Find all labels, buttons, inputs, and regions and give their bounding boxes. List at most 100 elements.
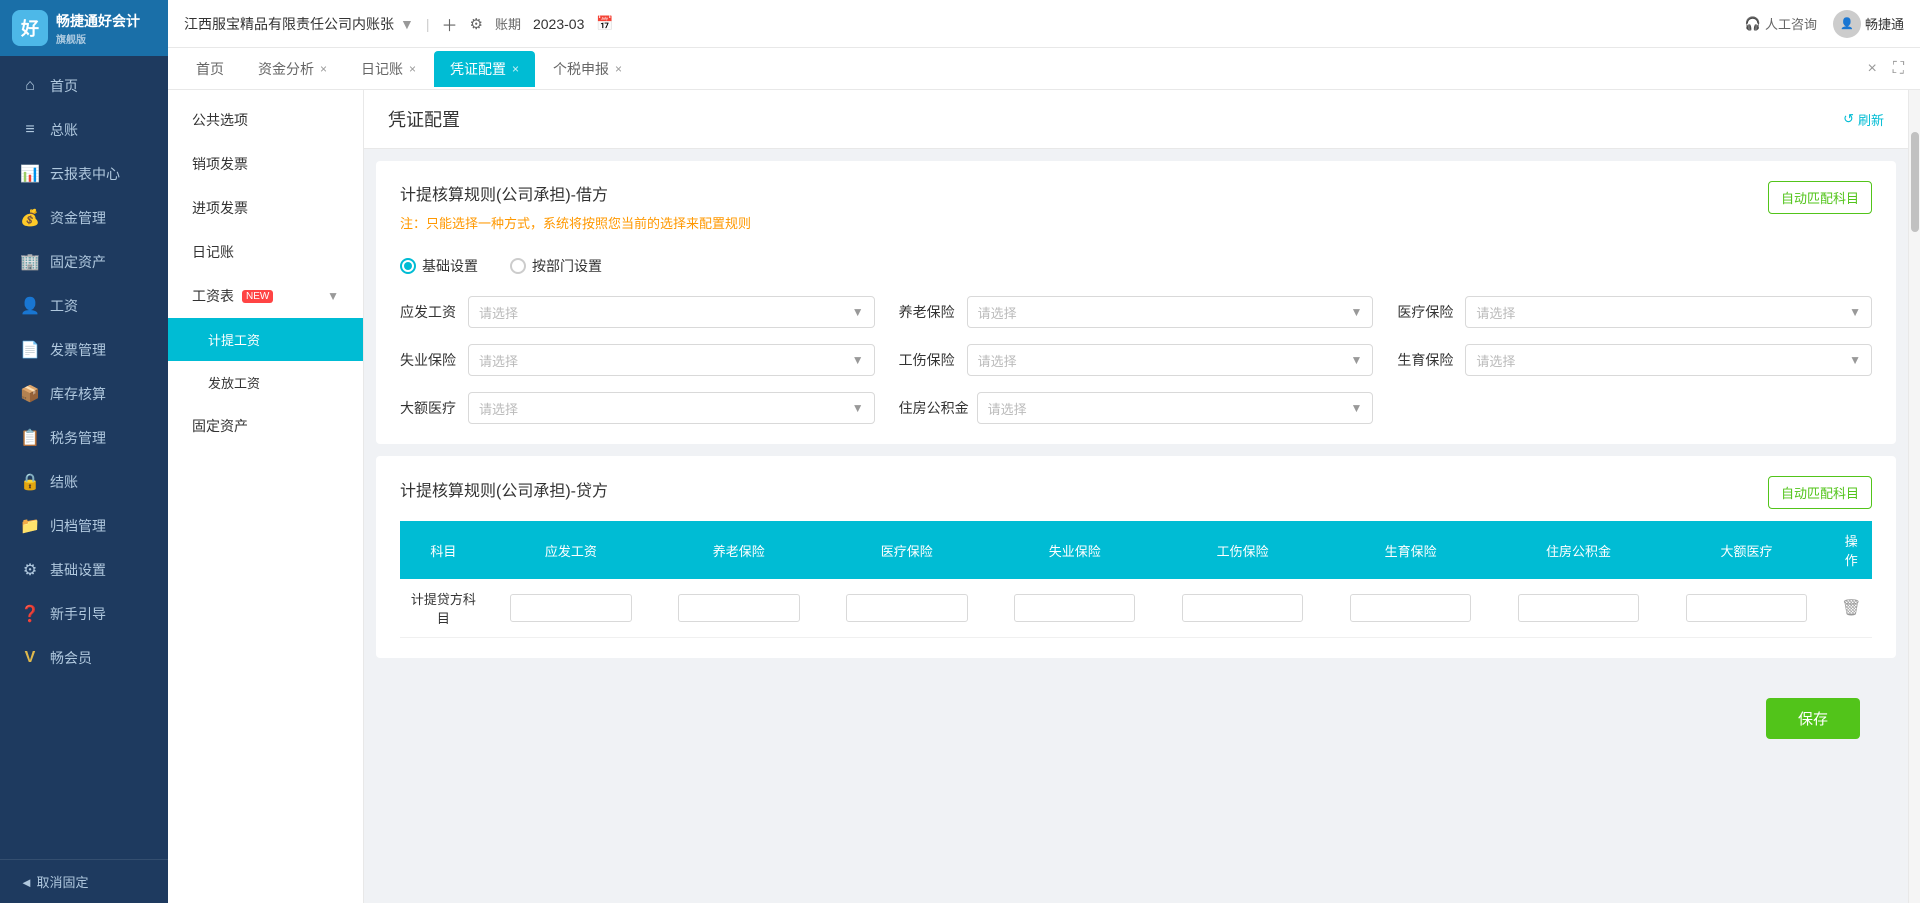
refresh-button[interactable]: ↺ 刷新 [1843,110,1884,129]
col-shiye: 失业保险 [991,521,1159,579]
label-shiye: 失业保险 [400,350,460,370]
chevron-gjj: ▼ [1350,401,1362,415]
tab-tax[interactable]: 个税申报 × [537,51,638,87]
tab-home[interactable]: 首页 [180,51,240,87]
left-nav-sales[interactable]: 销项发票 [168,142,363,186]
sidebar-item-tax[interactable]: 📋 税务管理 [0,416,168,460]
delete-row-button[interactable]: 🗑 [1841,600,1861,617]
credit-section-title: 计提核算规则(公司承担)-贷方 [400,477,608,501]
input-shiye[interactable] [1014,594,1136,622]
save-button[interactable]: 保存 [1766,698,1860,739]
expand-button[interactable]: ⛶ [1889,56,1908,82]
scrollbar[interactable] [1908,90,1920,903]
left-nav-sales-label: 销项发票 [192,156,248,172]
sidebar-item-report-center[interactable]: 📊 云报表中心 [0,152,168,196]
field-dae: 大额医疗 请选择 ▼ [400,392,875,424]
scrollbar-thumb[interactable] [1911,132,1919,232]
radio-dept[interactable]: 按部门设置 [510,256,602,276]
left-nav-payroll-issue[interactable]: 发放工资 [168,361,363,404]
cell-yiliao [823,579,991,638]
tab-tax-label: 个税申报 [553,59,609,79]
sidebar-item-fixed-assets[interactable]: 🏢 固定资产 [0,240,168,284]
left-nav-fixed-assets-label: 固定资产 [192,418,248,434]
tab-journal[interactable]: 日记账 × [345,51,432,87]
unpin-sidebar-button[interactable]: ◄ 取消固定 [0,859,168,903]
input-dae[interactable] [1686,594,1808,622]
left-nav-journal-label: 日记账 [192,244,234,260]
radio-basic[interactable]: 基础设置 [400,256,478,276]
main-area: 江西服宝精品有限责任公司内账张 ▼ | ＋ ⚙ 账期 2023-03 📅 🎧 人… [168,0,1920,903]
service-button[interactable]: 🎧 人工咨询 [1745,14,1817,33]
app-name: 畅捷通好会计 [56,11,140,31]
select-gongshang-placeholder: 请选择 [978,351,1017,370]
input-gjj[interactable] [1518,594,1640,622]
input-gongshang[interactable] [1182,594,1304,622]
sidebar-item-label: 畅会员 [50,648,92,668]
col-gongshang: 工伤保险 [1159,521,1327,579]
tab-capital-label: 资金分析 [258,59,314,79]
tab-capital[interactable]: 资金分析 × [242,51,343,87]
select-yiliao[interactable]: 请选择 ▼ [1465,296,1872,328]
add-company-button[interactable]: ＋ [442,12,458,36]
left-nav-journal[interactable]: 日记账 [168,230,363,274]
left-nav-payroll-group[interactable]: 工资表 NEW ▼ [168,274,363,318]
select-shiye[interactable]: 请选择 ▼ [468,344,875,376]
sidebar-item-home[interactable]: ⌂ 首页 [0,64,168,108]
inventory-icon: 📦 [20,384,40,404]
select-yanglao[interactable]: 请选择 ▼ [967,296,1374,328]
sidebar-item-label: 归档管理 [50,516,106,536]
user-menu[interactable]: 👤 畅捷通 [1833,10,1904,38]
label-yiliao: 医疗保险 [1397,302,1457,322]
top-bar-right: 🎧 人工咨询 👤 畅捷通 [1745,10,1904,38]
input-shengyu[interactable] [1350,594,1472,622]
debit-form-grid: 应发工资 请选择 ▼ 养老保险 请选择 ▼ 医疗 [400,296,1872,424]
input-yiliao[interactable] [846,594,968,622]
close-tab-button[interactable]: × [1863,56,1880,82]
left-nav-public[interactable]: 公共选项 [168,98,363,142]
input-yanglao[interactable] [678,594,800,622]
select-shengyu[interactable]: 请选择 ▼ [1465,344,1872,376]
app-logo: 好 畅捷通好会计 旗舰版 [0,0,168,56]
input-yingfa[interactable] [510,594,632,622]
left-nav-purchase[interactable]: 进项发票 [168,186,363,230]
sidebar-item-capital[interactable]: 💰 资金管理 [0,196,168,240]
sidebar-item-guide[interactable]: ❓ 新手引导 [0,592,168,636]
label-dae: 大额医疗 [400,398,460,418]
sidebar-item-archive[interactable]: 📁 归档管理 [0,504,168,548]
sidebar-item-vip[interactable]: V 畅会员 [0,636,168,680]
left-nav-purchase-label: 进项发票 [192,200,248,216]
select-gongshang[interactable]: 请选择 ▼ [967,344,1374,376]
tab-tax-close[interactable]: × [615,62,622,76]
credit-auto-match-button[interactable]: 自动匹配科目 [1768,476,1872,509]
select-dae[interactable]: 请选择 ▼ [468,392,875,424]
sidebar-item-label: 税务管理 [50,428,106,448]
calendar-icon[interactable]: 📅 [596,15,613,32]
content-area: 公共选项 销项发票 进项发票 日记账 工资表 NEW ▼ 计提工资 [168,90,1920,903]
label-gongshang: 工伤保险 [899,350,959,370]
left-nav-payroll-label: 工资表 [192,286,234,306]
tab-journal-close[interactable]: × [409,62,416,76]
sidebar-item-basic-settings[interactable]: ⚙ 基础设置 [0,548,168,592]
sidebar-item-label: 云报表中心 [50,164,120,184]
left-nav-fixed-assets[interactable]: 固定资产 [168,404,363,448]
sidebar-item-invoice[interactable]: 📄 发票管理 [0,328,168,372]
tab-voucher-close[interactable]: × [512,62,519,76]
tab-journal-label: 日记账 [361,59,403,79]
sidebar-item-salary[interactable]: 👤 工资 [0,284,168,328]
sidebar-item-close[interactable]: 🔒 结账 [0,460,168,504]
debit-auto-match-button[interactable]: 自动匹配科目 [1768,181,1872,214]
sidebar-item-general-ledger[interactable]: ≡ 总账 [0,108,168,152]
company-selector[interactable]: 江西服宝精品有限责任公司内账张 ▼ [184,14,414,34]
select-yingfa[interactable]: 请选择 ▼ [468,296,875,328]
settings-button[interactable]: ⚙ [470,15,483,33]
page-title: 凭证配置 [388,106,460,132]
tab-voucher[interactable]: 凭证配置 × [434,51,535,87]
left-nav-payroll-calc[interactable]: 计提工资 [168,318,363,361]
tab-capital-close[interactable]: × [320,62,327,76]
col-yingfa: 应发工资 [487,521,655,579]
guide-icon: ❓ [20,604,40,624]
select-gjj[interactable]: 请选择 ▼ [977,392,1374,424]
table-row: 计提贷方科目 🗑 [400,579,1872,638]
sidebar-nav: ⌂ 首页 ≡ 总账 📊 云报表中心 💰 资金管理 🏢 固定资产 👤 工资 📄 发… [0,56,168,859]
sidebar-item-inventory[interactable]: 📦 库存核算 [0,372,168,416]
